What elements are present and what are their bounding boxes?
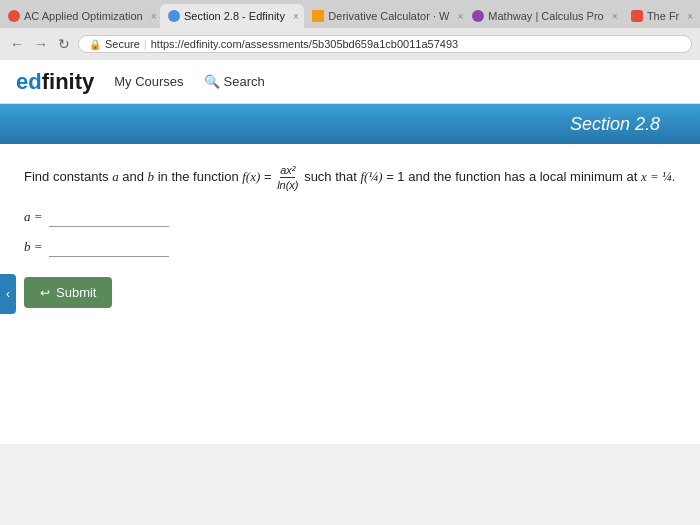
tab-close-5[interactable]: × xyxy=(687,11,693,22)
tab-mathway[interactable]: Mathway | Calculus Pro × xyxy=(464,4,623,28)
text-and: and xyxy=(119,169,148,184)
tab-ac-optimization[interactable]: AC Applied Optimization × xyxy=(0,4,160,28)
equals: = xyxy=(260,169,275,184)
search-nav[interactable]: 🔍 Search xyxy=(204,74,265,89)
back-button[interactable]: ← xyxy=(8,36,26,52)
search-icon: 🔍 xyxy=(204,74,220,89)
forward-button[interactable]: → xyxy=(32,36,50,52)
period: . xyxy=(672,169,676,184)
fraction-num: ax² xyxy=(280,164,295,178)
logo-finity: finity xyxy=(42,69,95,94)
equals2: = 1 xyxy=(383,169,405,184)
tab-close-3[interactable]: × xyxy=(457,11,463,22)
x-val: x = ¼ xyxy=(641,169,672,184)
tab-favicon-1 xyxy=(8,10,20,22)
fraction: ax²ln(x) xyxy=(277,164,298,191)
f-val: f(¼) xyxy=(361,169,383,184)
tab-edfinity[interactable]: Section 2.8 - Edfinity × xyxy=(160,4,304,28)
sidebar-toggle[interactable]: ‹ xyxy=(0,274,16,314)
reload-button[interactable]: ↻ xyxy=(56,36,72,52)
tab-label-2: Section 2.8 - Edfinity xyxy=(184,10,285,22)
tab-favicon-4 xyxy=(472,10,484,22)
submit-icon: ↩ xyxy=(40,286,50,300)
section-title: Section 2.8 xyxy=(570,114,660,135)
url-separator: | xyxy=(144,38,147,50)
tab-close-4[interactable]: × xyxy=(612,11,618,22)
page-content: edfinity My Courses 🔍 Search Section 2.8… xyxy=(0,60,700,525)
lock-icon: 🔒 xyxy=(89,39,101,50)
tab-derivative-calc[interactable]: Derivative Calculator · W × xyxy=(304,4,464,28)
tab-other[interactable]: The Fr × xyxy=(623,4,700,28)
tab-bar: AC Applied Optimization × Section 2.8 - … xyxy=(0,0,700,28)
tab-label-1: AC Applied Optimization xyxy=(24,10,143,22)
my-courses-link[interactable]: My Courses xyxy=(114,74,183,89)
fraction-den: ln(x) xyxy=(277,178,298,191)
text-and2: and the function has a local minimum at xyxy=(405,169,641,184)
section-header: Section 2.8 xyxy=(0,104,700,144)
label-a: a = xyxy=(24,209,43,225)
submit-label: Submit xyxy=(56,285,96,300)
tab-favicon-2 xyxy=(168,10,180,22)
label-b: b = xyxy=(24,239,43,255)
url-display: https://edfinity.com/assessments/5b305bd… xyxy=(151,38,458,50)
text-such: such that xyxy=(301,169,361,184)
tab-label-4: Mathway | Calculus Pro xyxy=(488,10,603,22)
text-find: Find constants xyxy=(24,169,112,184)
tab-favicon-3 xyxy=(312,10,324,22)
address-bar: ← → ↻ 🔒 Secure | https://edfinity.com/as… xyxy=(0,28,700,60)
edfinity-nav: edfinity My Courses 🔍 Search xyxy=(0,60,700,104)
text-in: in the function xyxy=(154,169,242,184)
tab-close-1[interactable]: × xyxy=(151,11,157,22)
input-a[interactable] xyxy=(49,207,169,227)
problem-area: Find constants a and b in the function f… xyxy=(0,144,700,444)
tab-close-2[interactable]: × xyxy=(293,11,299,22)
tab-label-5: The Fr xyxy=(647,10,679,22)
logo-ed: ed xyxy=(16,69,42,94)
func-name: f(x) xyxy=(242,169,260,184)
secure-label: Secure xyxy=(105,38,140,50)
tab-favicon-5 xyxy=(631,10,643,22)
input-row-b: b = xyxy=(24,237,676,257)
tab-label-3: Derivative Calculator · W xyxy=(328,10,449,22)
url-box[interactable]: 🔒 Secure | https://edfinity.com/assessme… xyxy=(78,35,692,53)
search-label: Search xyxy=(224,74,265,89)
submit-button[interactable]: ↩ Submit xyxy=(24,277,112,308)
input-row-a: a = xyxy=(24,207,676,227)
edfinity-logo: edfinity xyxy=(16,69,94,95)
input-b[interactable] xyxy=(49,237,169,257)
problem-statement: Find constants a and b in the function f… xyxy=(24,164,676,191)
